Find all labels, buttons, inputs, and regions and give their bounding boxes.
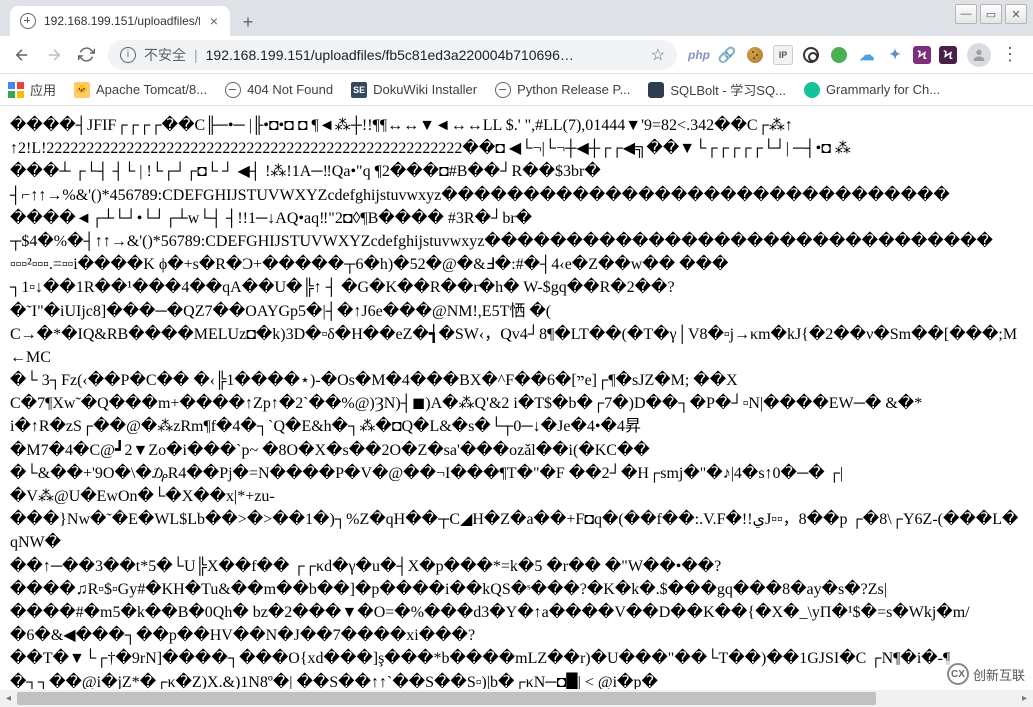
- tab-close-button[interactable]: ×: [208, 13, 220, 29]
- extension-green-icon[interactable]: [829, 45, 849, 65]
- bookmark-label: Apache Tomcat/8...: [96, 82, 207, 97]
- browser-tab[interactable]: 192.168.199.151/uploadfiles/fl ×: [10, 6, 230, 36]
- extension-s2-icon[interactable]: Ϟ: [939, 46, 957, 64]
- raw-text-line: ▫▫▫²▫▫▫.=▫▫i����K ϕ�+s�R�Ɔ+�����┬6�h)�52…: [10, 253, 1023, 276]
- new-tab-button[interactable]: +: [234, 8, 262, 36]
- watermark-logo: CX: [947, 663, 969, 685]
- back-button[interactable]: [8, 41, 36, 69]
- apps-label: 应用: [30, 80, 56, 99]
- apps-button[interactable]: 应用: [8, 80, 56, 99]
- extension-bird-icon[interactable]: ✦: [885, 45, 905, 65]
- sqlbolt-icon: [648, 82, 664, 98]
- extension-cloud-icon[interactable]: ☁: [857, 45, 877, 65]
- extension-s1-icon[interactable]: Ϟ: [913, 46, 931, 64]
- tab-strip: 192.168.199.151/uploadfiles/fl × +: [0, 0, 1033, 36]
- bookmark-star-icon[interactable]: ☆: [651, 45, 665, 65]
- watermark: CX 创新互联: [943, 661, 1029, 687]
- site-info-icon[interactable]: i: [120, 47, 136, 63]
- window-controls: — ▭ ✕: [955, 4, 1027, 24]
- tab-title: 192.168.199.151/uploadfiles/fl: [44, 14, 200, 28]
- raw-text-line: ┬$4�%�┤↑↑→&'()*56789:CDEFGHIJSTUVWXYZcde…: [10, 230, 1023, 253]
- bookmark-label: Python Release P...: [517, 82, 630, 97]
- raw-text-line: ┐1▫↓��1R��¹���4��qA��U�╠↑ ┤ �G�K��R��r�h…: [10, 276, 1023, 299]
- globe-icon: [20, 13, 36, 29]
- raw-text-line: �V⁂@U�EwOn�└�X��x|*+zu-: [10, 485, 1023, 508]
- raw-text-line: ���┴ ┌└┤ ┤└ | !└┌┘┌◘└ ┘ ◀┤ !⁂!1A─‼Qa•"q …: [10, 160, 1023, 183]
- tomcat-icon: 🐱: [74, 82, 90, 98]
- extension-link-icon[interactable]: 🔗: [717, 45, 737, 65]
- raw-text-line: ����#�m5�k��B�0Qh� bz�2���▼�O=�%���d3�Y�…: [10, 601, 1023, 624]
- browser-toolbar: i 不安全 | 192.168.199.151/uploadfiles/fb5c…: [0, 36, 1033, 74]
- bookmark-label: 404 Not Found: [247, 82, 333, 97]
- bookmark-label: DokuWiki Installer: [373, 82, 477, 97]
- raw-text-line: ��↑─��3��t*5�└U╠X��f�� ┌┌κd�γ�u�┤X�p���*…: [10, 555, 1023, 578]
- chrome-menu-button[interactable]: ⋮: [995, 44, 1025, 65]
- raw-text-line: ��T�▼└┌†�9rN]����┐���O{xd���]ş���*b����m…: [10, 647, 1023, 670]
- extension-php-icon[interactable]: php: [689, 45, 709, 65]
- horizontal-scrollbar[interactable]: ◂ ▸: [0, 690, 1033, 707]
- forward-button[interactable]: [40, 41, 68, 69]
- maximize-button[interactable]: ▭: [980, 4, 1002, 24]
- bookmark-label: SQLBolt - 学习SQ...: [670, 80, 786, 99]
- separator: |: [194, 47, 198, 63]
- raw-text-line: �└&��+'9O�\�₯R4��Pj�=N����P�V�@��¬I���¶T…: [10, 462, 1023, 485]
- profile-avatar[interactable]: [967, 43, 991, 67]
- bookmarks-bar: 应用 🐱 Apache Tomcat/8... 404 Not Found SE…: [0, 74, 1033, 106]
- dokuwiki-icon: SE: [351, 82, 367, 98]
- raw-text-line: �┐┐��@i�jZ*�┌κ�Z)X.&)1N8º�| ��S��↑↑`��S�…: [10, 671, 1023, 690]
- page-content: ����┤JFIF┌┌┌┌��C╟─•─ |╟•◘•◘ ◘ ¶◄⁂┼!!¶¶↔↔…: [0, 106, 1033, 689]
- raw-text-line: ����┤JFIF┌┌┌┌��C╟─•─ |╟•◘•◘ ◘ ¶◄⁂┼!!¶¶↔↔…: [10, 114, 1023, 137]
- raw-text-line: �M7�4�C@┛2▼Zo�i���`p~ �8O�X�s��2O�Z�sa'�…: [10, 439, 1023, 462]
- bookmark-sqlbolt[interactable]: SQLBolt - 学习SQ...: [648, 80, 786, 99]
- scroll-right-arrow[interactable]: ▸: [1016, 690, 1033, 707]
- scroll-track[interactable]: [17, 690, 1016, 707]
- grammarly-icon: [804, 82, 820, 98]
- raw-text-line: C�7¶Xw˜�Q���m+����↑Zp↑�2`��%@)ȜN)┤◼)A�⁂Q…: [10, 392, 1023, 415]
- address-bar[interactable]: i 不安全 | 192.168.199.151/uploadfiles/fb5c…: [108, 40, 677, 70]
- scroll-thumb[interactable]: [17, 692, 876, 705]
- scroll-left-arrow[interactable]: ◂: [0, 690, 17, 707]
- bookmark-dokuwiki[interactable]: SE DokuWiki Installer: [351, 82, 477, 98]
- extensions-row: php 🔗 IP ☁ ✦ Ϟ Ϟ: [689, 45, 957, 65]
- raw-text-line: ����◄┌┴└┘•└┘┌┴w└┤ ┤!!1─↓AQ•aq‼"2◘◊¶B����…: [10, 207, 1023, 230]
- raw-text-line: C→�*�IQ&RB����MELUz◘�k)3D�▫δ�H��eZ�┪�SW‹…: [10, 323, 1023, 369]
- raw-text-line: �6�&◀���┐��p��HV��N�J��7����xi���?: [10, 624, 1023, 647]
- close-window-button[interactable]: ✕: [1005, 4, 1027, 24]
- raw-text-line: ���}Nw�˜�E�WL$Lb��>�>��1�)┐%Z�qH��┬C◢H�Z…: [10, 508, 1023, 554]
- insecure-label: 不安全: [144, 45, 186, 65]
- bookmark-label: Grammarly for Ch...: [826, 82, 940, 97]
- url-text: 192.168.199.151/uploadfiles/fb5c81ed3a22…: [206, 47, 643, 63]
- raw-text-line: i�↑R�zS┌��@�⁂zRm¶f�4�┐`Q�E&h�┐⁂�◘Q�L&�s�…: [10, 415, 1023, 438]
- raw-text-line: ↑2!L!22222222222222222222222222222222222…: [10, 137, 1023, 160]
- raw-text-line: �└ 3┐Fz(‹��P�C�� �‹╠1����⋆)-�Os�M�4���BX…: [10, 369, 1023, 392]
- minimize-button[interactable]: —: [955, 4, 977, 24]
- bookmark-python[interactable]: Python Release P...: [495, 82, 630, 98]
- extension-ip-icon[interactable]: IP: [773, 45, 793, 65]
- watermark-text: 创新互联: [973, 665, 1025, 684]
- globe-icon: [495, 82, 511, 98]
- apps-icon: [8, 82, 24, 98]
- raw-text-line: ����♫R▫$▫Gy#�KH�Tu&��m��b��]�p����i��kQS…: [10, 578, 1023, 601]
- extension-cookie-icon[interactable]: [745, 45, 765, 65]
- reload-button[interactable]: [72, 41, 100, 69]
- globe-icon: [225, 82, 241, 98]
- bookmark-grammarly[interactable]: Grammarly for Ch...: [804, 82, 940, 98]
- bookmark-tomcat[interactable]: 🐱 Apache Tomcat/8...: [74, 82, 207, 98]
- raw-text-line: ┤⌐↑↑→%&'()*456789:CDEFGHIJSTUVWXYZcdefgh…: [10, 184, 1023, 207]
- raw-text-line: �˜I"�iUIjc8]���─�QZ7��OAYGp5�|┤�↑J6e���@…: [10, 300, 1023, 323]
- extension-target-icon[interactable]: [801, 45, 821, 65]
- bookmark-404[interactable]: 404 Not Found: [225, 82, 333, 98]
